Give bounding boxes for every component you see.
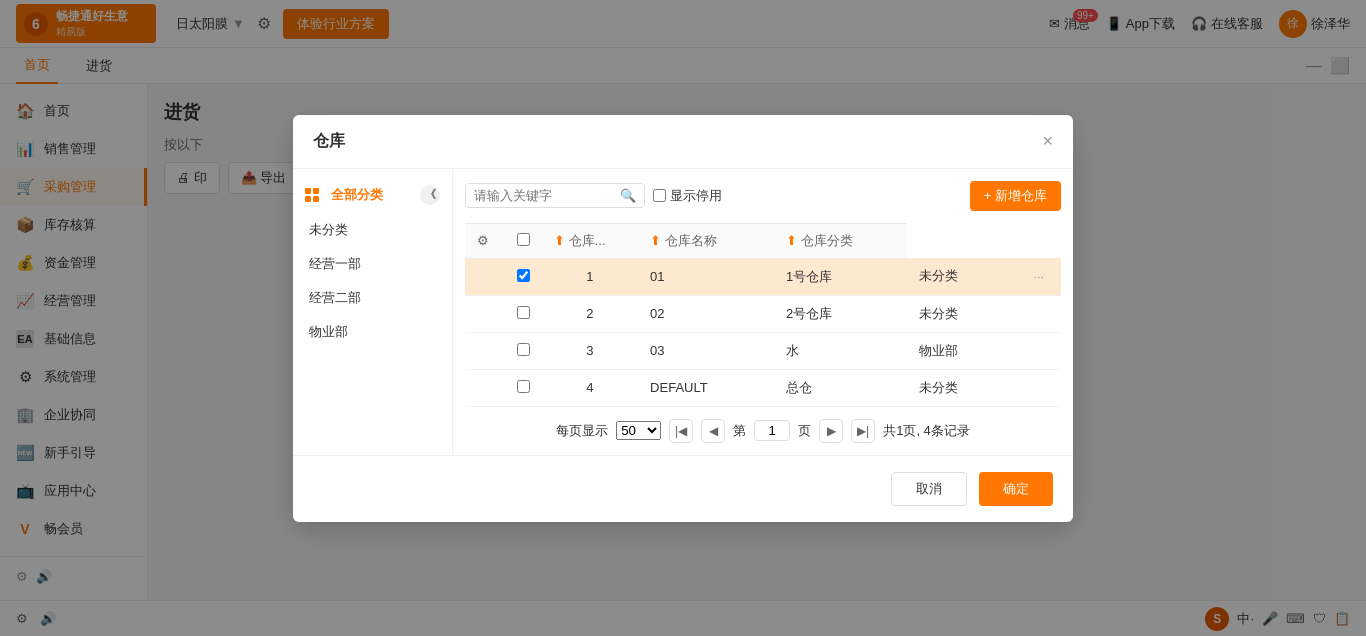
category-header: 全部分类 《 <box>293 177 452 213</box>
row-actions-cell <box>1021 369 1061 406</box>
page-label: 第 <box>733 422 746 440</box>
sort-icon-cat: ⬆ <box>786 233 797 248</box>
first-page-button[interactable]: |◀ <box>669 419 693 443</box>
table-toolbar: 🔍 显示停用 + 新增仓库 <box>465 181 1061 211</box>
sort-icon-name: ⬆ <box>650 233 661 248</box>
row-category-cell: 物业部 <box>907 332 1021 369</box>
row-checkbox[interactable] <box>517 380 530 393</box>
row-settings-cell <box>465 295 505 332</box>
grid-icon <box>305 188 319 202</box>
dialog-body: 全部分类 《 未分类 经营一部 经营二部 物业部 🔍 <box>293 169 1073 455</box>
show-disabled-label: 显示停用 <box>653 187 722 205</box>
row-settings-cell <box>465 332 505 369</box>
per-page-select[interactable]: 50 100 200 <box>616 421 661 440</box>
table-row[interactable]: 4 DEFAULT 总仓 未分类 <box>465 369 1061 406</box>
row-actions-cell <box>1021 295 1061 332</box>
row-actions-cell: ··· <box>1021 258 1061 295</box>
row-name-cell: 水 <box>774 332 907 369</box>
table-panel: 🔍 显示停用 + 新增仓库 ⚙ <box>453 169 1073 455</box>
col-header-check <box>505 223 542 258</box>
row-category-cell: 未分类 <box>907 295 1021 332</box>
row-category-cell: 未分类 <box>907 258 1021 295</box>
col-header-gear: ⚙ <box>465 223 505 258</box>
category-panel: 全部分类 《 未分类 经营一部 经营二部 物业部 <box>293 169 453 455</box>
category-item-property[interactable]: 物业部 <box>293 315 452 349</box>
row-code-cell: DEFAULT <box>638 369 774 406</box>
prev-page-button[interactable]: ◀ <box>701 419 725 443</box>
collapse-button[interactable]: 《 <box>420 185 440 205</box>
last-page-button[interactable]: ▶| <box>851 419 875 443</box>
dialog-header: 仓库 × <box>293 115 1073 169</box>
col-header-category: ⬆仓库分类 <box>774 223 907 258</box>
category-item-unclassified[interactable]: 未分类 <box>293 213 452 247</box>
warehouse-dialog: 仓库 × 全部分类 《 未分类 经营一部 经营二部 物业部 <box>293 115 1073 522</box>
table-row[interactable]: 1 01 1号仓库 未分类 ··· <box>465 258 1061 295</box>
search-box: 🔍 <box>465 183 645 208</box>
category-item-sales1[interactable]: 经营一部 <box>293 247 452 281</box>
row-check-cell <box>505 369 542 406</box>
total-info: 共1页, 4条记录 <box>883 422 970 440</box>
row-settings-cell <box>465 369 505 406</box>
warehouse-table: ⚙ ⬆仓库... ⬆仓库名称 <box>465 223 1061 407</box>
confirm-button[interactable]: 确定 <box>979 472 1053 506</box>
row-more-icon[interactable]: ··· <box>1033 269 1044 284</box>
search-icon[interactable]: 🔍 <box>620 188 636 203</box>
dialog-close-button[interactable]: × <box>1042 132 1053 150</box>
row-category-cell: 未分类 <box>907 369 1021 406</box>
page-suffix: 页 <box>798 422 811 440</box>
row-checkbox[interactable] <box>517 306 530 319</box>
row-checkbox[interactable] <box>517 343 530 356</box>
col-header-name: ⬆仓库名称 <box>638 223 774 258</box>
page-number-input[interactable] <box>754 420 790 441</box>
table-row[interactable]: 2 02 2号仓库 未分类 <box>465 295 1061 332</box>
row-name-cell: 总仓 <box>774 369 907 406</box>
row-code-cell: 01 <box>638 258 774 295</box>
row-num-cell: 3 <box>542 332 638 369</box>
dialog-overlay: 仓库 × 全部分类 《 未分类 经营一部 经营二部 物业部 <box>0 0 1366 636</box>
row-check-cell <box>505 332 542 369</box>
row-name-cell: 1号仓库 <box>774 258 907 295</box>
table-row[interactable]: 3 03 水 物业部 <box>465 332 1061 369</box>
search-input[interactable] <box>474 188 614 203</box>
dialog-footer: 取消 确定 <box>293 455 1073 522</box>
gear-col-icon[interactable]: ⚙ <box>477 233 489 248</box>
row-settings-cell <box>465 258 505 295</box>
col-header-code: ⬆仓库... <box>542 223 638 258</box>
add-warehouse-button[interactable]: + 新增仓库 <box>970 181 1061 211</box>
row-actions-cell <box>1021 332 1061 369</box>
row-check-cell <box>505 295 542 332</box>
pagination: 每页显示 50 100 200 |◀ ◀ 第 页 ▶ ▶| 共1页, 4条记录 <box>465 419 1061 443</box>
row-code-cell: 02 <box>638 295 774 332</box>
dialog-title: 仓库 <box>313 131 345 152</box>
row-num-cell: 4 <box>542 369 638 406</box>
row-code-cell: 03 <box>638 332 774 369</box>
per-page-label: 每页显示 <box>556 422 608 440</box>
sort-icon-code: ⬆ <box>554 233 565 248</box>
category-item-sales2[interactable]: 经营二部 <box>293 281 452 315</box>
next-page-button[interactable]: ▶ <box>819 419 843 443</box>
show-disabled-checkbox[interactable] <box>653 189 666 202</box>
row-checkbox[interactable] <box>517 269 530 282</box>
select-all-checkbox[interactable] <box>517 233 530 246</box>
row-check-cell <box>505 258 542 295</box>
row-name-cell: 2号仓库 <box>774 295 907 332</box>
row-num-cell: 2 <box>542 295 638 332</box>
cancel-button[interactable]: 取消 <box>891 472 967 506</box>
row-num-cell: 1 <box>542 258 638 295</box>
